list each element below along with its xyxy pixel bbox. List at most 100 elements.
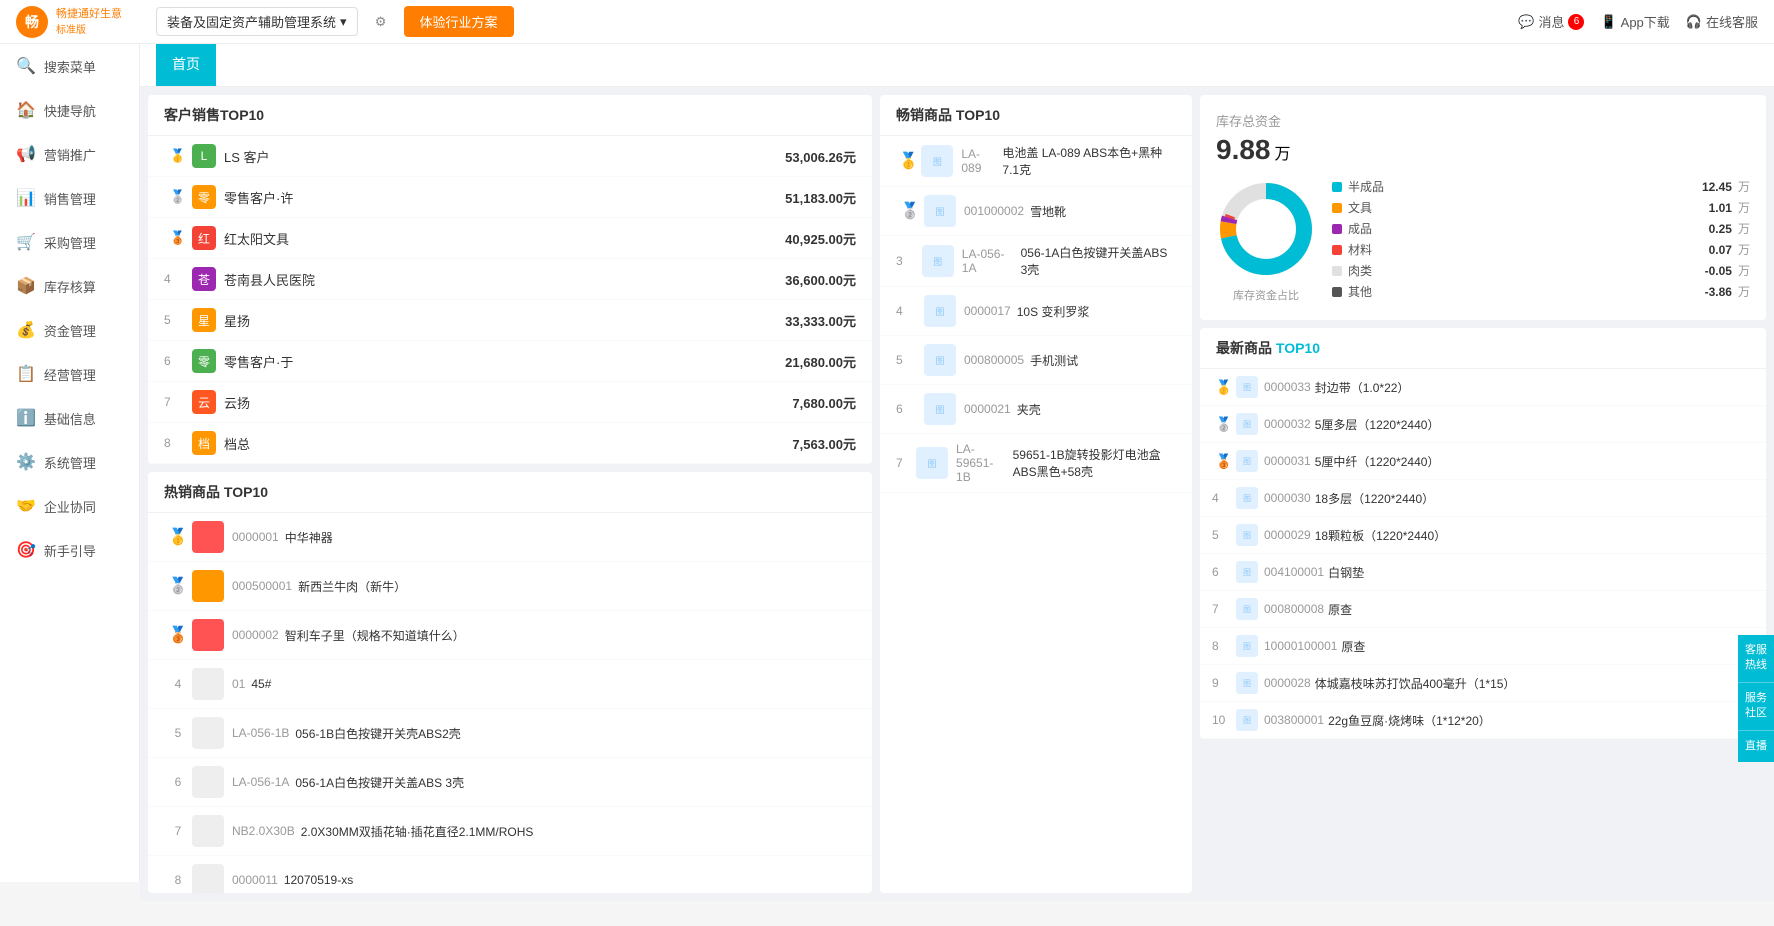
new-product-code: 0000033 — [1264, 380, 1311, 394]
product-thumb: 图 — [916, 447, 948, 479]
sold-products-list: 🥇 图 LA-089 电池盖 LA-089 ABS本色+黑种 7.1克 🥈 图 … — [880, 136, 1192, 493]
message-badge: 6 — [1568, 14, 1584, 30]
app-download-button[interactable]: 📱 App下载 — [1600, 12, 1669, 31]
newest-product-row: 9 图 0000028 体城嘉枝味苏打饮品400毫升（1*15） — [1200, 665, 1766, 702]
new-product-thumb: 图 — [1236, 561, 1258, 583]
product-name: 智利车子里（规格不知道填什么） — [285, 627, 465, 644]
sidebar-item-operation[interactable]: 📋 经营管理 — [0, 352, 139, 396]
legend-value: -3.86 — [1705, 285, 1732, 299]
hot-product-row: 4 01 45# — [148, 660, 872, 709]
sold-product-name: 056-1A白色按键开关盖ABS 3壳 — [1021, 244, 1176, 278]
legend-unit: 万 — [1738, 220, 1750, 237]
online-service-button[interactable]: 🎧 在线客服 — [1686, 12, 1758, 31]
legend-dot — [1332, 203, 1342, 213]
sold-products-title: 畅销商品 TOP10 — [896, 105, 1000, 125]
legend-list: 半成品 12.45 万 文具 1.01 万 成品 0.25 万 材料 0.07 … — [1332, 178, 1750, 304]
new-product-thumb: 图 — [1236, 598, 1258, 620]
hot-products-panel: 热销商品 TOP10 🥇 0000001 中华神器 🥈 000500001 新西… — [148, 472, 872, 893]
system-select[interactable]: 装备及固定资产辅助管理系统 ▾ — [156, 7, 358, 36]
sidebar-item-search[interactable]: 🔍 搜索菜单 — [0, 44, 139, 88]
legend-item: 肉类 -0.05 万 — [1332, 262, 1750, 279]
product-name: 2.0X30MM双插花轴·插花直径2.1MM/ROHS — [301, 823, 534, 840]
new-product-thumb: 图 — [1236, 524, 1258, 546]
system-name: 装备及固定资产辅助管理系统 — [167, 12, 336, 31]
new-product-name: 封边带（1.0*22） — [1315, 379, 1410, 396]
online-label: 在线客服 — [1706, 12, 1758, 31]
new-product-thumb: 图 — [1236, 450, 1258, 472]
float-btn-service[interactable]: 客服热线 — [1738, 635, 1774, 683]
rank-amount: 40,925.00元 — [785, 229, 856, 248]
customer-rank-row: 8 档 档总 7,563.00元 — [148, 423, 872, 464]
sidebar-item-inventory[interactable]: 📦 库存核算 — [0, 264, 139, 308]
message-icon: 💬 — [1518, 14, 1534, 30]
new-product-code: 000800008 — [1264, 602, 1324, 616]
inventory-title: 库存总资金 — [1216, 111, 1750, 130]
legend-label: 其他 — [1348, 283, 1699, 300]
product-name: 45# — [251, 677, 271, 691]
sidebar-item-nav[interactable]: 🏠 快捷导航 — [0, 88, 139, 132]
sold-products-header: 畅销商品 TOP10 — [880, 95, 1192, 136]
gear-button[interactable]: ⚙ — [366, 7, 396, 37]
sidebar-item-marketing[interactable]: 📢 营销推广 — [0, 132, 139, 176]
rank-name: 星扬 — [224, 311, 785, 330]
message-button[interactable]: 💬 消息 6 — [1518, 12, 1584, 31]
customer-ranking-title: 客户销售TOP10 — [164, 105, 264, 125]
newest-product-row: 4 图 0000030 18多层（1220*2440） — [1200, 480, 1766, 517]
sidebar-item-system[interactable]: ⚙️ 系统管理 — [0, 440, 139, 484]
sidebar-item-guide[interactable]: 🎯 新手引导 — [0, 528, 139, 572]
new-product-code: 10000100001 — [1264, 639, 1337, 653]
product-image — [192, 521, 224, 553]
product-name: 056-1A白色按键开关盖ABS 3壳 — [295, 774, 464, 791]
sold-product-name: 59651-1B旋转投影灯电池盒ABS黑色+58壳 — [1013, 446, 1176, 480]
guide-icon: 🎯 — [16, 540, 36, 560]
sold-product-row: 🥇 图 LA-089 电池盖 LA-089 ABS本色+黑种 7.1克 — [880, 136, 1192, 187]
customer-rank-row: 🥈 零 零售客户·许 51,183.00元 — [148, 177, 872, 218]
main-content: 首页 客户销售TOP10 🥇 L LS 客户 53,006.26元 🥈 零 零售… — [140, 44, 1774, 901]
sidebar-item-sales[interactable]: 📊 销售管理 — [0, 176, 139, 220]
inventory-panel: 库存总资金 9.88 万 — [1200, 95, 1766, 320]
sold-product-code: 0000017 — [964, 304, 1011, 318]
newest-products-title: 最新商品 TOP10 — [1216, 338, 1320, 358]
sidebar-label-cooperation: 企业协同 — [44, 497, 96, 516]
rank-name: 零售客户·于 — [224, 352, 785, 371]
sidebar-item-purchase[interactable]: 🛒 采购管理 — [0, 220, 139, 264]
tab-home[interactable]: 首页 — [156, 44, 216, 86]
hot-products-list: 🥇 0000001 中华神器 🥈 000500001 新西兰牛肉（新牛） 🥉 0… — [148, 513, 872, 893]
sidebar-item-basic[interactable]: ℹ️ 基础信息 — [0, 396, 139, 440]
logo-icon: 畅 — [16, 6, 48, 38]
legend-item: 材料 0.07 万 — [1332, 241, 1750, 258]
rank-name: 红太阳文具 — [224, 229, 785, 248]
new-product-name: 原查 — [1328, 601, 1352, 618]
customer-rank-row: 🥇 L LS 客户 53,006.26元 — [148, 136, 872, 177]
marketing-icon: 📢 — [16, 144, 36, 164]
customer-rank-row: 5 星 星扬 33,333.00元 — [148, 300, 872, 341]
message-label: 消息 — [1538, 12, 1564, 31]
hot-products-title: 热销商品 TOP10 — [164, 482, 268, 502]
float-buttons: 客服热线 服务社区 直播 — [1738, 635, 1774, 762]
new-product-name: 18多层（1220*2440） — [1315, 490, 1434, 507]
inventory-amount: 9.88 — [1216, 134, 1271, 166]
rank-avatar: 红 — [192, 226, 216, 250]
mobile-icon: 📱 — [1600, 14, 1616, 30]
header-right: 💬 消息 6 📱 App下载 🎧 在线客服 — [1518, 12, 1758, 31]
legend-label: 成品 — [1348, 220, 1703, 237]
sidebar-item-cooperation[interactable]: 🤝 企业协同 — [0, 484, 139, 528]
product-image — [192, 570, 224, 602]
middle-panels: 畅销商品 TOP10 🥇 图 LA-089 电池盖 LA-089 ABS本色+黑… — [880, 87, 1200, 901]
rank-avatar: 档 — [192, 431, 216, 455]
product-thumb: 图 — [924, 393, 956, 425]
sidebar-label-system: 系统管理 — [44, 453, 96, 472]
product-image-placeholder — [192, 864, 224, 893]
logo-area: 畅 畅捷通好生意 标准版 — [16, 6, 156, 38]
logo-badge: 标准版 — [56, 21, 122, 36]
newest-product-row: 10 图 003800001 22g鱼豆腐·烧烤味（1*12*20） — [1200, 702, 1766, 739]
sidebar-label-inventory: 库存核算 — [44, 277, 96, 296]
sidebar-item-finance[interactable]: 💰 资金管理 — [0, 308, 139, 352]
trial-button[interactable]: 体验行业方案 — [404, 6, 514, 37]
product-image-placeholder — [192, 668, 224, 700]
legend-value: 12.45 — [1702, 180, 1732, 194]
customer-ranking-table: 🥇 L LS 客户 53,006.26元 🥈 零 零售客户·许 51,183.0… — [148, 136, 872, 464]
inventory-value: 9.88 — [1216, 134, 1271, 165]
float-btn-live[interactable]: 直播 — [1738, 731, 1774, 762]
float-btn-community[interactable]: 服务社区 — [1738, 683, 1774, 731]
